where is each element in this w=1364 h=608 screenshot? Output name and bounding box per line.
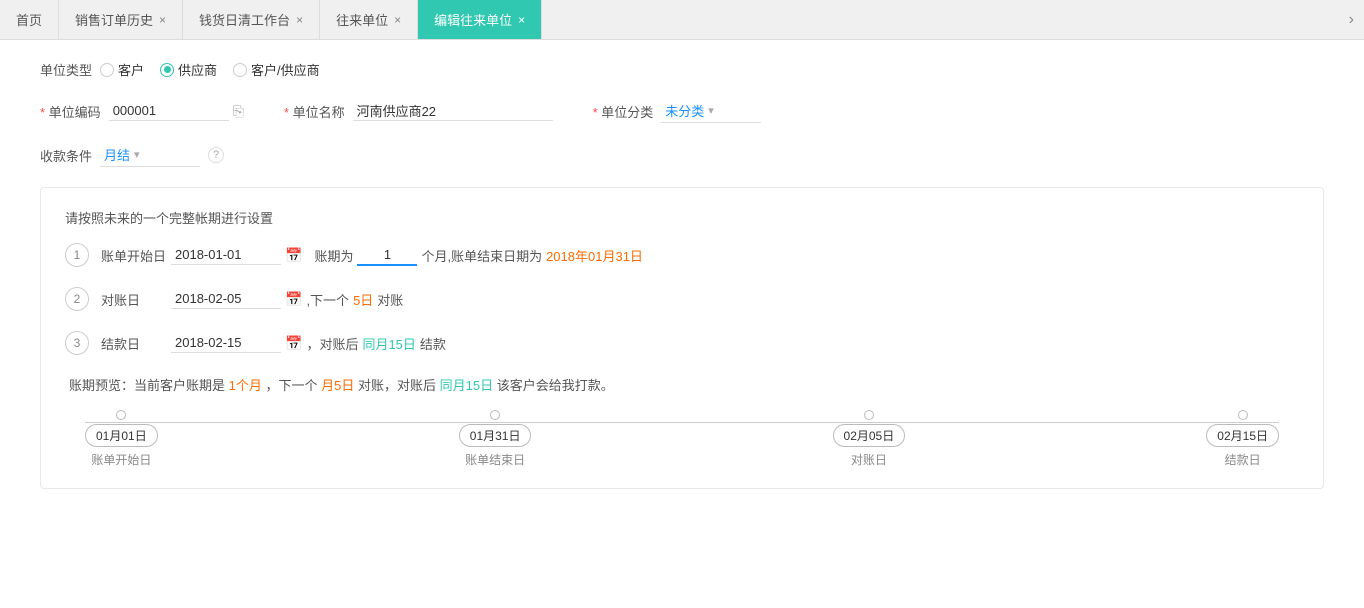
unit-category-label: 单位分类: [593, 102, 654, 121]
tab-overflow-button[interactable]: ›: [1339, 0, 1364, 39]
help-icon[interactable]: ?: [208, 147, 224, 163]
payment-condition-value: 月结: [104, 145, 130, 164]
preview-label: 账期预览：当前客户账期是: [69, 378, 225, 393]
timeline-node-label-3: 02月15日: [1206, 424, 1279, 447]
timeline-node-2: 02月05日 对账日: [833, 410, 906, 468]
panel-hint: 请按照未来的一个完整帐期进行设置: [65, 208, 1299, 227]
timeline-node-0: 01月01日 账单开始日: [85, 410, 158, 468]
billing-panel: 请按照未来的一个完整帐期进行设置 1 账单开始日 📅 账期为 个月,账单结束日期…: [40, 187, 1324, 489]
unit-code-input[interactable]: [109, 101, 229, 121]
step-row-3: 3 结款日 📅 ，对账后 同月15日 结款: [65, 331, 1299, 355]
unit-code-field: 单位编码 ⎘: [40, 101, 244, 121]
tab-sales-history[interactable]: 销售订单历史 ×: [59, 0, 183, 39]
preview-part3-suffix: 该客户会给我打款。: [497, 378, 614, 393]
timeline-node-1: 01月31日 账单结束日: [459, 410, 532, 468]
unit-name-field: 单位名称: [284, 101, 553, 121]
preview-part1-suffix: ，下一个: [266, 378, 318, 393]
step3-suffix-end: 结款: [420, 334, 446, 353]
main-content: 单位类型 客户 供应商 客户/供应商 单位编码 ⎘: [0, 40, 1364, 608]
step3-suffix-highlight: 同月15日: [362, 334, 415, 353]
preview-part2-highlight: 月5日: [321, 378, 354, 393]
unit-name-label: 单位名称: [284, 102, 345, 121]
radio-circle-customer: [100, 63, 114, 77]
unit-type-row: 单位类型 客户 供应商 客户/供应商: [40, 60, 1324, 79]
unit-info-row: 单位编码 ⎘ 单位名称 单位分类 未分类 ▾: [40, 99, 1324, 123]
payment-condition-label: 收款条件: [40, 146, 92, 165]
tab-partner-unit[interactable]: 往来单位 ×: [320, 0, 418, 39]
step3-suffix-prefix: ，对账后: [306, 334, 358, 353]
copy-icon[interactable]: ⎘: [233, 103, 244, 120]
step-num-1: 1: [65, 243, 89, 267]
preview-part2-suffix: 对账，对账后: [358, 378, 436, 393]
step2-suffix-prefix: ,下一个: [306, 290, 349, 309]
timeline-node-3: 02月15日 结款日: [1206, 410, 1279, 468]
step-label-3: 结款日: [101, 334, 171, 353]
calendar-icon-2[interactable]: 📅: [285, 291, 302, 308]
timeline-dot-2: [864, 410, 874, 420]
payment-condition-row: 收款条件 月结 ▾ ?: [40, 143, 1324, 167]
step-label-2: 对账日: [101, 290, 171, 309]
step-date-input-1[interactable]: [171, 245, 281, 265]
unit-type-radio-group: 客户 供应商 客户/供应商: [100, 60, 320, 79]
step-date-input-2[interactable]: [171, 289, 281, 309]
chevron-down-icon: ▾: [708, 104, 714, 117]
radio-customer[interactable]: 客户: [100, 60, 144, 79]
step-num-3: 3: [65, 331, 89, 355]
timeline: 01月01日 账单开始日 01月31日 账单结束日 02月05日 对账日 02月…: [65, 410, 1299, 468]
tab-home[interactable]: 首页: [0, 0, 59, 39]
calendar-icon-1[interactable]: 📅: [285, 247, 302, 264]
step-row-1: 1 账单开始日 📅 账期为 个月,账单结束日期为 2018年01月31日: [65, 243, 1299, 267]
step-date-input-3[interactable]: [171, 333, 281, 353]
unit-category-select[interactable]: 未分类 ▾: [661, 99, 761, 123]
preview-part1-highlight: 1个月: [229, 378, 262, 393]
timeline-dot-3: [1238, 410, 1248, 420]
close-tab-partner-unit[interactable]: ×: [394, 13, 401, 27]
radio-customer-supplier[interactable]: 客户/供应商: [233, 60, 320, 79]
step-period-input[interactable]: [357, 245, 417, 266]
unit-type-label: 单位类型: [40, 60, 92, 79]
tab-cash-workbench[interactable]: 钱货日清工作台 ×: [183, 0, 320, 39]
step1-period-end: 2018年01月31日: [546, 246, 643, 265]
step-row-2: 2 对账日 📅 ,下一个 5日 对账: [65, 287, 1299, 311]
timeline-node-sublabel-1: 账单结束日: [465, 451, 525, 468]
timeline-node-sublabel-0: 账单开始日: [91, 451, 151, 468]
timeline-node-sublabel-3: 结款日: [1225, 451, 1261, 468]
timeline-node-sublabel-2: 对账日: [851, 451, 887, 468]
step2-suffix-end: 对账: [377, 290, 403, 309]
tabs-bar: 首页 销售订单历史 × 钱货日清工作台 × 往来单位 × 编辑往来单位 × ›: [0, 0, 1364, 40]
unit-category-value: 未分类: [665, 101, 704, 120]
payment-condition-select[interactable]: 月结 ▾: [100, 143, 200, 167]
step1-period-prefix: 账期为: [314, 246, 353, 265]
unit-type-field: 单位类型 客户 供应商 客户/供应商: [40, 60, 320, 79]
timeline-node-label-0: 01月01日: [85, 424, 158, 447]
step1-period-unit: 个月,账单结束日期为: [421, 246, 542, 265]
step-num-2: 2: [65, 287, 89, 311]
payment-condition-field: 收款条件 月结 ▾ ?: [40, 143, 224, 167]
close-tab-cash-workbench[interactable]: ×: [296, 13, 303, 27]
calendar-icon-3[interactable]: 📅: [285, 335, 302, 352]
timeline-nodes: 01月01日 账单开始日 01月31日 账单结束日 02月05日 对账日 02月…: [85, 410, 1279, 468]
unit-name-input[interactable]: [353, 101, 553, 121]
timeline-node-label-1: 01月31日: [459, 424, 532, 447]
close-tab-edit-partner[interactable]: ×: [518, 13, 525, 27]
radio-supplier[interactable]: 供应商: [160, 60, 217, 79]
chevron-down-icon-2: ▾: [134, 148, 140, 161]
preview-text: 账期预览：当前客户账期是 1个月 ，下一个 月5日 对账，对账后 同月15日 该…: [65, 375, 1299, 394]
unit-code-label: 单位编码: [40, 102, 101, 121]
tab-edit-partner[interactable]: 编辑往来单位 ×: [418, 0, 542, 39]
timeline-dot-0: [116, 410, 126, 420]
preview-part3-highlight: 同月15日: [440, 378, 493, 393]
radio-circle-supplier: [160, 63, 174, 77]
radio-circle-customer-supplier: [233, 63, 247, 77]
timeline-dot-1: [490, 410, 500, 420]
unit-category-field: 单位分类 未分类 ▾: [593, 99, 762, 123]
step2-suffix-highlight: 5日: [353, 290, 373, 309]
close-tab-sales-history[interactable]: ×: [159, 13, 166, 27]
timeline-node-label-2: 02月05日: [833, 424, 906, 447]
step-label-1: 账单开始日: [101, 246, 171, 265]
